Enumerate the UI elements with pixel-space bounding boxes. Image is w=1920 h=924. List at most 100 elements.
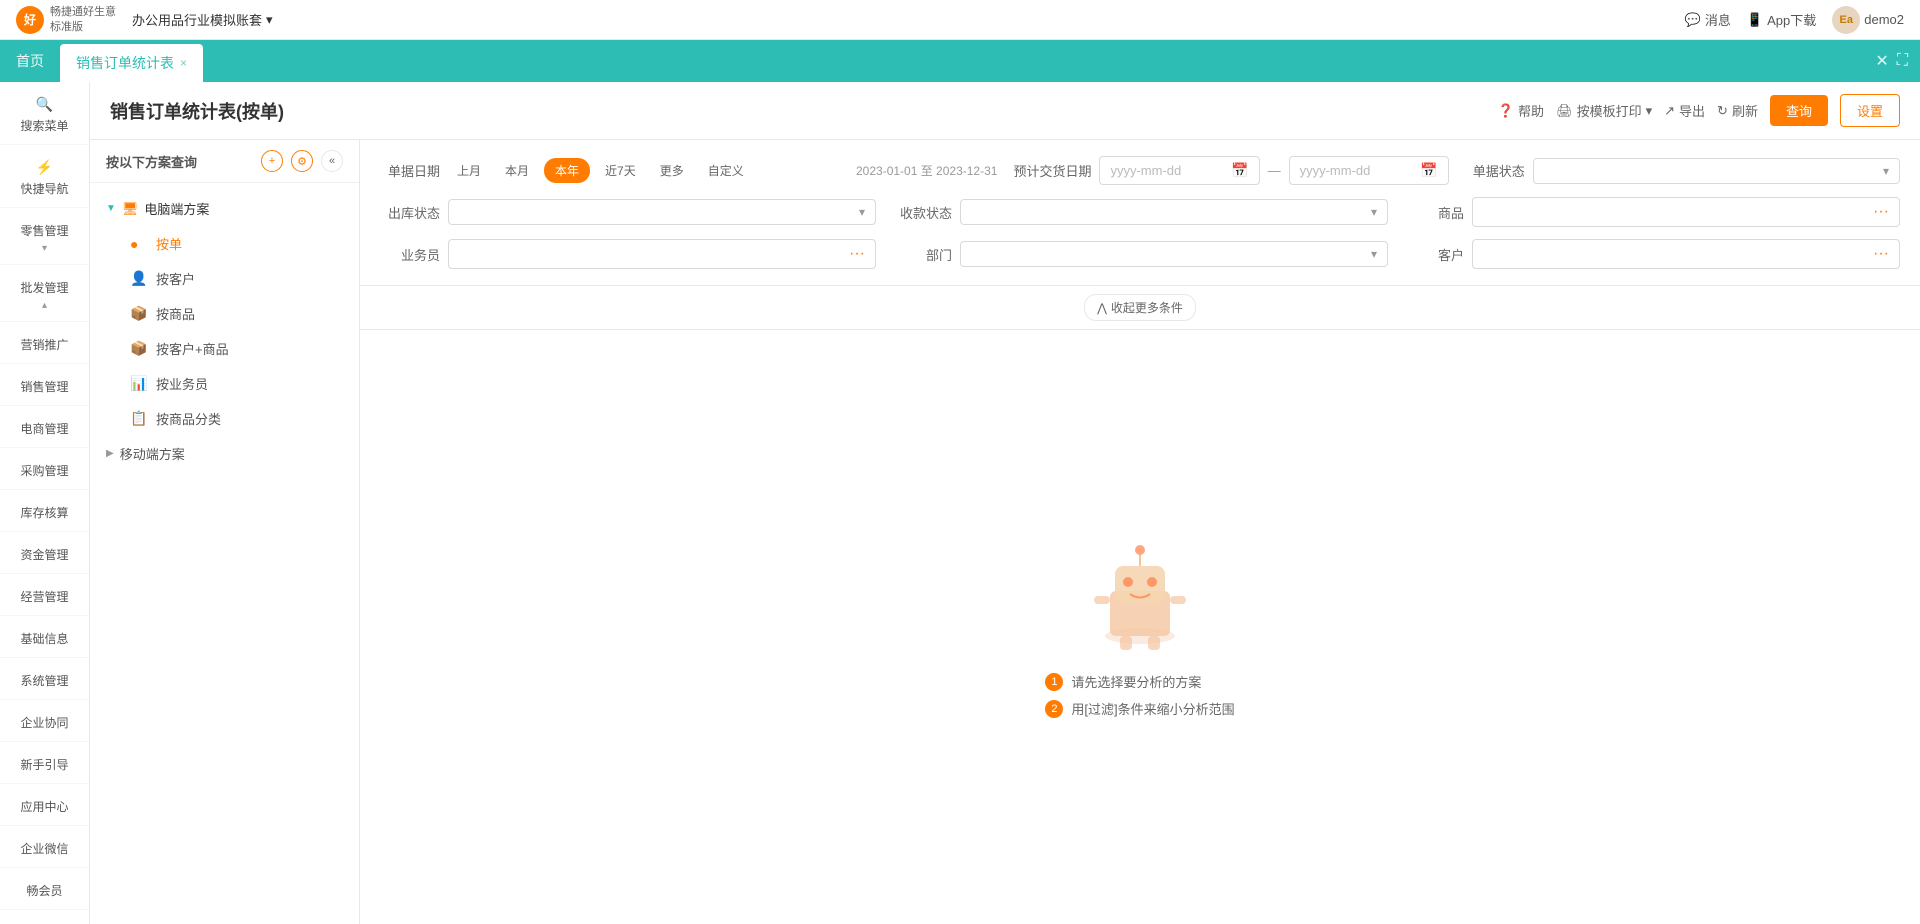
empty-state: 1 请先选择要分析的方案 2 用[过滤]条件来缩小分析范围 (360, 330, 1920, 924)
date-tab-7days[interactable]: 近7天 (596, 158, 645, 183)
sidebar-item-retail[interactable]: 零售管理 ▾ (0, 208, 89, 265)
logo-area: 好 畅捷通好生意 标准版 (16, 5, 116, 34)
user-avatar[interactable]: Ea demo2 (1832, 6, 1904, 34)
empty-illustration (1080, 536, 1200, 656)
tree-child-by-customer-goods[interactable]: 📦 按客户+商品 (114, 331, 359, 366)
date-tab-custom[interactable]: 自定义 (699, 158, 753, 183)
analysis-header: 按以下方案查询 + ⚙ « (90, 140, 359, 183)
query-btn[interactable]: 查询 (1770, 95, 1828, 126)
salesperson-filter-group: 业务员 ··· (380, 239, 876, 269)
tree-child-by-category[interactable]: 📋 按商品分类 (114, 401, 359, 436)
tree-child-by-goods[interactable]: 📦 按商品 (114, 296, 359, 331)
help-icon: ❓ (1498, 103, 1514, 119)
customer-input[interactable]: ··· (1472, 239, 1900, 269)
sidebar-item-guide[interactable]: 新手引导 (0, 742, 89, 784)
add-scheme-btn[interactable]: + (261, 150, 283, 172)
download-icon: 📱 (1747, 12, 1763, 28)
tab-home[interactable]: 首页 (0, 40, 60, 82)
tab-sales-order[interactable]: 销售订单统计表 × (60, 44, 203, 82)
status-select[interactable]: ▾ (1533, 158, 1900, 184)
date-tab-last-month[interactable]: 上月 (448, 158, 490, 183)
refresh-btn[interactable]: ↻ 刷新 (1717, 101, 1758, 120)
sidebar-item-operations[interactable]: 经营管理 (0, 574, 89, 616)
sidebar-item-search[interactable]: 🔍 搜索菜单 (0, 82, 89, 145)
tree-arrow-right-icon: ▶ (106, 448, 114, 459)
sidebar-item-marketing[interactable]: 营销推广 (0, 322, 89, 364)
date-tab-more[interactable]: 更多 (651, 158, 693, 183)
page-actions: ❓ 帮助 🖨 按模板打印 ▾ ↗ 导出 ↻ 刷新 查询 设置 (1498, 94, 1900, 127)
tab-bar: 首页 销售订单统计表 × ✕ ⛶ (0, 40, 1920, 82)
template-print-btn[interactable]: 🖨 按模板打印 ▾ (1556, 101, 1652, 120)
department-select-arrow: ▾ (1371, 247, 1377, 261)
export-btn[interactable]: ↗ 导出 (1664, 101, 1705, 120)
sidebar-item-quick-nav[interactable]: ⚡ 快捷导航 (0, 145, 89, 208)
empty-tip-2: 2 用[过滤]条件来缩小分析范围 (1045, 699, 1234, 718)
date-tab-this-month[interactable]: 本月 (496, 158, 538, 183)
tab-close-icon[interactable]: × (180, 56, 187, 70)
goods-filter-group: 商品 ··· (1404, 197, 1900, 227)
tree-child-by-customer[interactable]: 👤 按客户 (114, 261, 359, 296)
message-btn[interactable]: 💬 消息 (1685, 10, 1731, 29)
window-maximize-icon[interactable]: ⛶ (1897, 52, 1908, 70)
filter-row-1: 单据日期 上月 本月 本年 近7天 更多 自定义 (380, 156, 1900, 185)
sidebar-item-enterprise[interactable]: 企业协同 (0, 700, 89, 742)
date-tab-this-year[interactable]: 本年 (544, 158, 590, 183)
chevron-down-icon: ▾ (42, 243, 47, 254)
collapse-btn[interactable]: ⋀ 收起更多条件 (1084, 294, 1196, 321)
sidebar-item-ecommerce[interactable]: 电商管理 (0, 406, 89, 448)
logo-icon: 好 (16, 6, 44, 34)
settings-btn[interactable]: 设置 (1840, 94, 1900, 127)
calendar-end-icon: 📅 (1420, 162, 1437, 179)
payment-select-arrow: ▾ (1371, 205, 1377, 219)
department-select[interactable]: ▾ (960, 241, 1388, 267)
top-bar-left: 好 畅捷通好生意 标准版 办公用品行业模拟账套 ▾ (16, 5, 281, 34)
sidebar-item-sales[interactable]: 销售管理 (0, 364, 89, 406)
settings-scheme-btn[interactable]: ⚙ (291, 150, 313, 172)
sidebar-item-member[interactable]: 畅会员 (0, 868, 89, 910)
sidebar-item-purchase[interactable]: 采购管理 (0, 448, 89, 490)
sidebar-item-finance[interactable]: 资金管理 (0, 532, 89, 574)
order-icon: ● (130, 236, 148, 252)
tree-parent-mobile[interactable]: ▶ 移动端方案 (90, 436, 359, 471)
expected-date-end[interactable]: yyyy-mm-dd 📅 (1289, 156, 1449, 185)
window-close-icon[interactable]: ✕ (1875, 51, 1888, 71)
expected-date-start[interactable]: yyyy-mm-dd 📅 (1099, 156, 1259, 185)
help-btn[interactable]: ❓ 帮助 (1498, 101, 1544, 120)
shipment-select[interactable]: ▾ (448, 199, 876, 225)
payment-filter-group: 收款状态 ▾ (892, 199, 1388, 225)
shipment-select-arrow: ▾ (859, 205, 865, 219)
sidebar-item-enterprise-wechat[interactable]: 企业微信 (0, 826, 89, 868)
tree-child-by-order[interactable]: ● 按单 (114, 226, 359, 261)
chevron-up-icon: ▴ (42, 300, 47, 311)
sidebar-item-system[interactable]: 系统管理 (0, 658, 89, 700)
search-icon: 🔍 (36, 96, 53, 113)
filter-panel: 单据日期 上月 本月 本年 近7天 更多 自定义 (360, 140, 1920, 286)
empty-tips: 1 请先选择要分析的方案 2 用[过滤]条件来缩小分析范围 (1045, 672, 1234, 718)
customer-icon: 👤 (130, 270, 148, 287)
tree-children-pc: ● 按单 👤 按客户 📦 按商品 📦 按客 (90, 226, 359, 436)
sidebar-item-wholesale[interactable]: 批发管理 ▴ (0, 265, 89, 322)
filter-row-2: 出库状态 ▾ 收款状态 ▾ (380, 197, 1900, 227)
export-icon: ↗ (1664, 103, 1675, 119)
goods-input[interactable]: ··· (1472, 197, 1900, 227)
tree-child-by-salesperson[interactable]: 📊 按业务员 (114, 366, 359, 401)
tree-arrow-icon: ▼ (106, 203, 116, 214)
goods-dots-icon[interactable]: ··· (1873, 203, 1889, 221)
tree-parent-pc[interactable]: ▼ 🖥 电脑端方案 (90, 191, 359, 226)
shipment-filter-group: 出库状态 ▾ (380, 199, 876, 225)
salesperson-dots-icon[interactable]: ··· (849, 245, 865, 263)
avatar: Ea (1832, 6, 1860, 34)
customer-dots-icon[interactable]: ··· (1873, 245, 1889, 263)
collapse-bar: ⋀ 收起更多条件 (360, 286, 1920, 330)
refresh-icon: ↻ (1717, 103, 1728, 119)
sidebar-item-basic-info[interactable]: 基础信息 (0, 616, 89, 658)
collapse-sidebar-btn[interactable]: « (321, 150, 343, 172)
payment-select[interactable]: ▾ (960, 199, 1388, 225)
app-download-btn[interactable]: 📱 App下载 (1747, 10, 1816, 29)
salesperson-input[interactable]: ··· (448, 239, 876, 269)
status-select-arrow: ▾ (1883, 164, 1889, 178)
sidebar-item-inventory[interactable]: 库存核算 (0, 490, 89, 532)
app-selector[interactable]: 办公用品行业模拟账套 ▾ (124, 6, 281, 33)
sidebar-item-app-center[interactable]: 应用中心 (0, 784, 89, 826)
chevron-down-icon: ▾ (1646, 103, 1653, 119)
